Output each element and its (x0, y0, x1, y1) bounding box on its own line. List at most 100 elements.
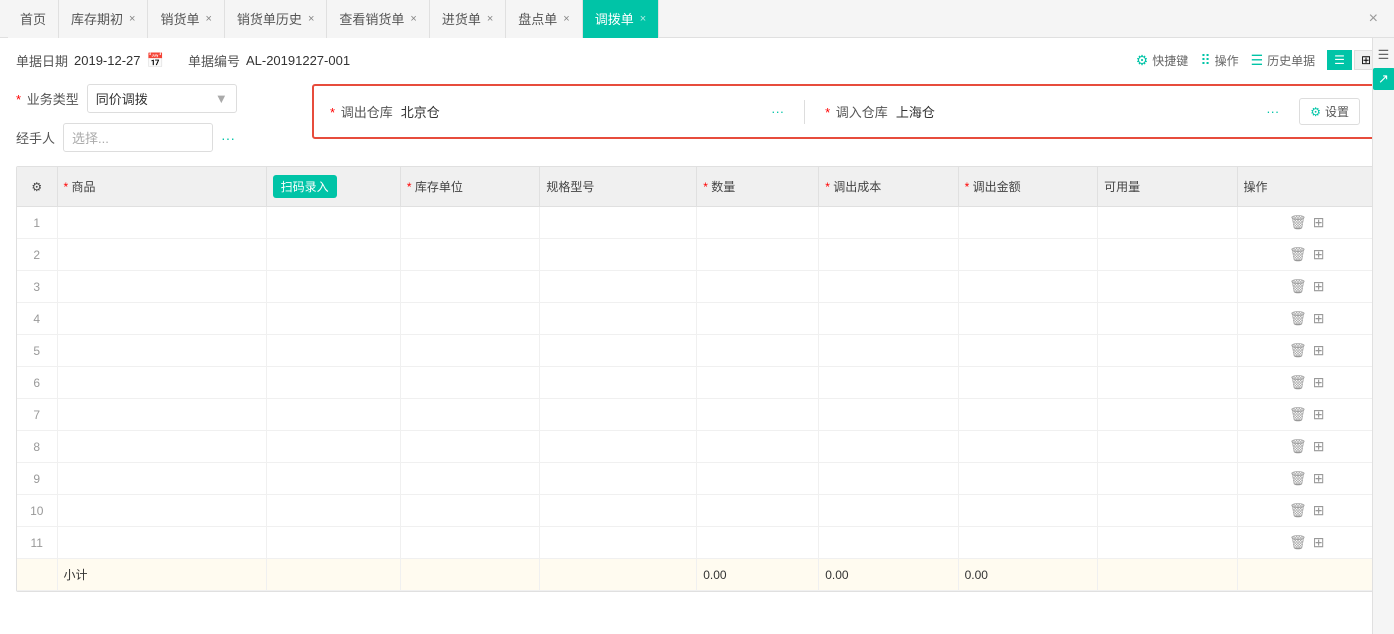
business-type-select[interactable]: 同价调拨 ▼ (87, 84, 237, 113)
copy-icon-1[interactable]: ⊞ (1313, 214, 1325, 231)
delete-icon-6[interactable]: 🗑 (1289, 374, 1307, 391)
tab-sales-order[interactable]: 销货单 × (148, 0, 224, 38)
unit-cell-10[interactable] (400, 495, 539, 527)
product-cell-10[interactable] (57, 495, 266, 527)
warehouse-in-more-button[interactable]: ··· (1266, 104, 1279, 119)
delete-icon-4[interactable]: 🗑 (1289, 310, 1307, 327)
qty-cell-1[interactable] (697, 207, 819, 239)
qty-cell-9[interactable] (697, 463, 819, 495)
sidebar-list-icon[interactable]: ☰ (1375, 46, 1393, 64)
spec-cell-3[interactable] (540, 271, 697, 303)
amount-cell-10[interactable] (958, 495, 1097, 527)
tab-sales-history-close[interactable]: × (308, 13, 314, 25)
shortcut-action[interactable]: ⚙ 快捷键 (1136, 52, 1189, 69)
unit-cell-7[interactable] (400, 399, 539, 431)
unit-cell-2[interactable] (400, 239, 539, 271)
calendar-icon[interactable]: 📅 (147, 52, 164, 69)
qty-cell-3[interactable] (697, 271, 819, 303)
sidebar-expand-icon[interactable]: ↗ (1373, 68, 1394, 90)
product-cell-3[interactable] (57, 271, 266, 303)
tab-transfer[interactable]: 调拨单 × (583, 0, 659, 38)
tab-inventory-init[interactable]: 库存期初 × (59, 0, 148, 38)
qty-cell-11[interactable] (697, 527, 819, 559)
delete-icon-9[interactable]: 🗑 (1289, 470, 1307, 487)
tab-sales-order-close[interactable]: × (205, 13, 211, 25)
copy-icon-7[interactable]: ⊞ (1313, 406, 1325, 423)
tab-inventory-check[interactable]: 盘点单 × (506, 0, 582, 38)
tab-inventory-init-close[interactable]: × (129, 13, 135, 25)
tab-home[interactable]: 首页 (8, 0, 59, 38)
qty-cell-5[interactable] (697, 335, 819, 367)
spec-cell-4[interactable] (540, 303, 697, 335)
unit-cell-1[interactable] (400, 207, 539, 239)
cost-cell-10[interactable] (819, 495, 958, 527)
qty-cell-8[interactable] (697, 431, 819, 463)
unit-cell-3[interactable] (400, 271, 539, 303)
qty-cell-10[interactable] (697, 495, 819, 527)
product-cell-6[interactable] (57, 367, 266, 399)
cost-cell-7[interactable] (819, 399, 958, 431)
window-close-button[interactable]: × (1361, 10, 1386, 28)
amount-cell-4[interactable] (958, 303, 1097, 335)
spec-cell-11[interactable] (540, 527, 697, 559)
spec-cell-6[interactable] (540, 367, 697, 399)
tab-view-sales-close[interactable]: × (410, 13, 416, 25)
cost-cell-5[interactable] (819, 335, 958, 367)
qty-cell-2[interactable] (697, 239, 819, 271)
unit-cell-11[interactable] (400, 527, 539, 559)
spec-cell-2[interactable] (540, 239, 697, 271)
product-cell-8[interactable] (57, 431, 266, 463)
tab-transfer-close[interactable]: × (640, 13, 646, 25)
copy-icon-8[interactable]: ⊞ (1313, 438, 1325, 455)
cost-cell-3[interactable] (819, 271, 958, 303)
delete-icon-1[interactable]: 🗑 (1289, 214, 1307, 231)
product-cell-11[interactable] (57, 527, 266, 559)
person-more-button[interactable]: ··· (221, 130, 235, 146)
qty-cell-6[interactable] (697, 367, 819, 399)
tab-purchase[interactable]: 进货单 × (430, 0, 506, 38)
amount-cell-2[interactable] (958, 239, 1097, 271)
spec-cell-5[interactable] (540, 335, 697, 367)
product-cell-2[interactable] (57, 239, 266, 271)
cost-cell-11[interactable] (819, 527, 958, 559)
scan-button[interactable]: 扫码录入 (273, 175, 337, 198)
tab-sales-history[interactable]: 销货单历史 × (225, 0, 327, 38)
person-select[interactable]: 选择... (63, 123, 213, 152)
unit-cell-8[interactable] (400, 431, 539, 463)
copy-icon-2[interactable]: ⊞ (1313, 246, 1325, 263)
unit-cell-6[interactable] (400, 367, 539, 399)
spec-cell-10[interactable] (540, 495, 697, 527)
spec-cell-8[interactable] (540, 431, 697, 463)
operation-action[interactable]: ⠿ 操作 (1200, 52, 1238, 69)
copy-icon-3[interactable]: ⊞ (1313, 278, 1325, 295)
amount-cell-11[interactable] (958, 527, 1097, 559)
tab-inventory-check-close[interactable]: × (563, 13, 569, 25)
delete-icon-3[interactable]: 🗑 (1289, 278, 1307, 295)
product-cell-5[interactable] (57, 335, 266, 367)
tab-view-sales[interactable]: 查看销货单 × (327, 0, 429, 38)
warehouse-out-more-button[interactable]: ··· (771, 104, 784, 119)
copy-icon-5[interactable]: ⊞ (1313, 342, 1325, 359)
delete-icon-2[interactable]: 🗑 (1289, 246, 1307, 263)
amount-cell-1[interactable] (958, 207, 1097, 239)
product-cell-7[interactable] (57, 399, 266, 431)
spec-cell-1[interactable] (540, 207, 697, 239)
copy-icon-9[interactable]: ⊞ (1313, 470, 1325, 487)
delete-icon-10[interactable]: 🗑 (1289, 502, 1307, 519)
cost-cell-1[interactable] (819, 207, 958, 239)
unit-cell-9[interactable] (400, 463, 539, 495)
cost-cell-8[interactable] (819, 431, 958, 463)
cost-cell-6[interactable] (819, 367, 958, 399)
product-cell-1[interactable] (57, 207, 266, 239)
settings-button[interactable]: ⚙ 设置 (1299, 98, 1360, 125)
spec-cell-9[interactable] (540, 463, 697, 495)
delete-icon-5[interactable]: 🗑 (1289, 342, 1307, 359)
copy-icon-4[interactable]: ⊞ (1313, 310, 1325, 327)
copy-icon-11[interactable]: ⊞ (1313, 534, 1325, 551)
amount-cell-7[interactable] (958, 399, 1097, 431)
unit-cell-5[interactable] (400, 335, 539, 367)
delete-icon-7[interactable]: 🗑 (1289, 406, 1307, 423)
amount-cell-3[interactable] (958, 271, 1097, 303)
product-cell-4[interactable] (57, 303, 266, 335)
qty-cell-4[interactable] (697, 303, 819, 335)
